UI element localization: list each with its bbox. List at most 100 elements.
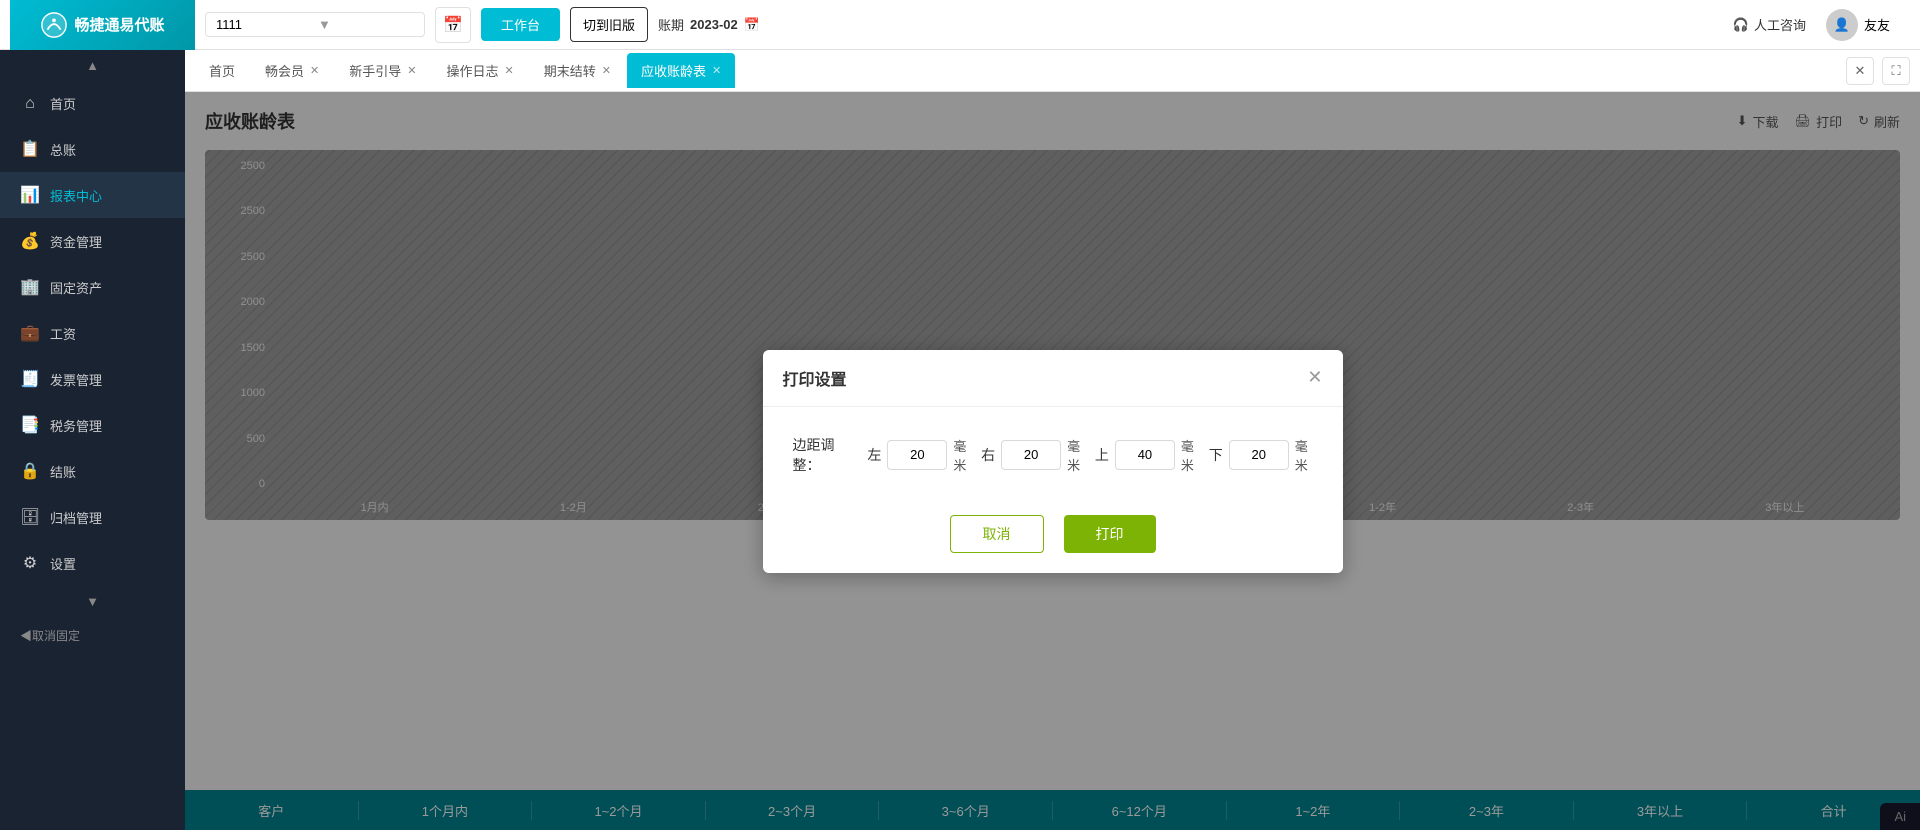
header-right: 🎧 人工咨询 👤 友友 bbox=[1733, 9, 1910, 41]
period-label: 账期 bbox=[658, 15, 684, 34]
archive-icon: 🗄 bbox=[20, 507, 40, 527]
close-all-tabs-btn[interactable]: ✕ bbox=[1846, 57, 1874, 85]
tab-ar-aging[interactable]: 应收账龄表 ✕ bbox=[627, 53, 735, 88]
tab-guide[interactable]: 新手引导 ✕ bbox=[335, 53, 430, 88]
sidebar-item-home[interactable]: ⌂ 首页 bbox=[0, 81, 185, 126]
sidebar-reports-label: 报表中心 bbox=[50, 186, 102, 205]
sidebar-scroll-down[interactable]: ▼ bbox=[0, 586, 185, 617]
confirm-print-button[interactable]: 打印 bbox=[1064, 515, 1156, 553]
margin-right-input[interactable] bbox=[1001, 440, 1061, 470]
dialog-title: 打印设置 bbox=[783, 366, 847, 390]
user-avatar: 👤 bbox=[1826, 9, 1858, 41]
bottom-unit: 毫米 bbox=[1295, 436, 1313, 474]
workbench-button[interactable]: 工作台 bbox=[481, 8, 560, 41]
margin-left-input[interactable] bbox=[887, 440, 947, 470]
user-area[interactable]: 👤 友友 bbox=[1826, 9, 1890, 41]
sidebar-scroll-up[interactable]: ▲ bbox=[0, 50, 185, 81]
page-content: 应收账龄表 ⬇ 下载 🖨 打印 ↻ 刷新 bbox=[185, 92, 1920, 830]
assets-icon: 🏢 bbox=[20, 277, 40, 297]
sidebar-item-invoice[interactable]: 🧾 发票管理 bbox=[0, 356, 185, 402]
left-label: 左 bbox=[867, 445, 881, 465]
print-settings-dialog: 打印设置 ✕ 边距调整： 左 毫米 右 bbox=[763, 350, 1343, 573]
main-layout: ▲ ⌂ 首页 📋 总账 📊 报表中心 💰 资金管理 🏢 固定资产 💼 工资 🧾 … bbox=[0, 50, 1920, 830]
sidebar: ▲ ⌂ 首页 📋 总账 📊 报表中心 💰 资金管理 🏢 固定资产 💼 工资 🧾 … bbox=[0, 50, 185, 830]
period-calendar-icon[interactable]: 📅 bbox=[744, 17, 760, 33]
company-selector[interactable]: 1111 ▼ bbox=[205, 12, 425, 37]
tab-period-end-label: 期末结转 bbox=[544, 61, 596, 80]
sidebar-payroll-label: 工资 bbox=[50, 324, 76, 343]
margin-top-input[interactable] bbox=[1115, 440, 1175, 470]
tab-ar-aging-close[interactable]: ✕ bbox=[712, 64, 721, 77]
left-unit: 毫米 bbox=[953, 436, 971, 474]
dialog-body: 边距调整： 左 毫米 右 毫米 bbox=[763, 407, 1343, 499]
top-unit: 毫米 bbox=[1181, 436, 1199, 474]
cancel-button[interactable]: 取消 bbox=[950, 515, 1044, 553]
sidebar-home-label: 首页 bbox=[50, 94, 76, 113]
tab-member-label: 畅会员 bbox=[265, 61, 304, 80]
margin-top-group: 上 毫米 bbox=[1095, 436, 1199, 474]
maximize-tabs-btn[interactable]: ⛶ bbox=[1882, 57, 1910, 85]
headset-icon: 🎧 bbox=[1733, 17, 1749, 33]
sidebar-item-assets[interactable]: 🏢 固定资产 bbox=[0, 264, 185, 310]
sidebar-item-tax[interactable]: 📑 税务管理 bbox=[0, 402, 185, 448]
sidebar-item-archive[interactable]: 🗄 归档管理 bbox=[0, 494, 185, 540]
sidebar-item-finance[interactable]: 💰 资金管理 bbox=[0, 218, 185, 264]
reports-icon: 📊 bbox=[20, 185, 40, 205]
dialog-footer: 取消 打印 bbox=[763, 499, 1343, 573]
support-label: 人工咨询 bbox=[1754, 15, 1806, 34]
margin-bottom-input[interactable] bbox=[1229, 440, 1289, 470]
sidebar-assets-label: 固定资产 bbox=[50, 278, 102, 297]
company-name: 1111 bbox=[216, 17, 312, 32]
margin-right-group: 右 毫米 bbox=[981, 436, 1085, 474]
margin-left-group: 左 毫米 bbox=[867, 436, 971, 474]
logo-text: 畅捷通易代账 bbox=[74, 14, 164, 35]
modal-overlay: 打印设置 ✕ 边距调整： 左 毫米 右 bbox=[185, 92, 1920, 830]
tab-log[interactable]: 操作日志 ✕ bbox=[432, 53, 527, 88]
calendar-btn[interactable]: 📅 bbox=[435, 7, 471, 43]
top-label: 上 bbox=[1095, 445, 1109, 465]
sidebar-item-settings[interactable]: ⚙ 设置 bbox=[0, 540, 185, 586]
bottom-label: 下 bbox=[1209, 445, 1223, 465]
finance-icon: 💰 bbox=[20, 231, 40, 251]
margin-settings-row: 边距调整： 左 毫米 右 毫米 bbox=[793, 435, 1313, 475]
tab-period-end-close[interactable]: ✕ bbox=[602, 64, 611, 77]
sidebar-item-closing[interactable]: 🔒 结账 bbox=[0, 448, 185, 494]
tab-guide-close[interactable]: ✕ bbox=[407, 64, 416, 77]
content-area: 首页 畅会员 ✕ 新手引导 ✕ 操作日志 ✕ 期末结转 ✕ 应收账龄表 ✕ bbox=[185, 50, 1920, 830]
tab-log-close[interactable]: ✕ bbox=[505, 64, 514, 77]
period-area: 账期 2023-02 📅 bbox=[658, 15, 760, 34]
settings-icon: ⚙ bbox=[20, 553, 40, 573]
user-name: 友友 bbox=[1864, 15, 1890, 34]
sidebar-item-reports[interactable]: 📊 报表中心 bbox=[0, 172, 185, 218]
right-label: 右 bbox=[981, 445, 995, 465]
dialog-close-button[interactable]: ✕ bbox=[1307, 367, 1322, 388]
sidebar-archive-label: 归档管理 bbox=[50, 508, 102, 527]
sidebar-item-ledger[interactable]: 📋 总账 bbox=[0, 126, 185, 172]
cancel-fixed-btn[interactable]: ◀取消固定 bbox=[0, 617, 185, 654]
period-value: 2023-02 bbox=[690, 17, 738, 32]
calendar-icon: 📅 bbox=[443, 15, 463, 35]
support-button[interactable]: 🎧 人工咨询 bbox=[1733, 15, 1806, 34]
switch-version-button[interactable]: 切到旧版 bbox=[570, 7, 648, 42]
tab-ar-aging-label: 应收账龄表 bbox=[641, 61, 706, 80]
margin-bottom-group: 下 毫米 bbox=[1209, 436, 1313, 474]
right-unit: 毫米 bbox=[1067, 436, 1085, 474]
dialog-header: 打印设置 ✕ bbox=[763, 350, 1343, 407]
invoice-icon: 🧾 bbox=[20, 369, 40, 389]
margin-label: 边距调整： bbox=[793, 435, 858, 475]
tab-member[interactable]: 畅会员 ✕ bbox=[251, 53, 333, 88]
home-icon: ⌂ bbox=[20, 95, 40, 113]
dropdown-icon: ▼ bbox=[318, 17, 414, 32]
sidebar-tax-label: 税务管理 bbox=[50, 416, 102, 435]
sidebar-invoice-label: 发票管理 bbox=[50, 370, 102, 389]
tab-member-close[interactable]: ✕ bbox=[310, 64, 319, 77]
tabs-right-buttons: ✕ ⛶ bbox=[1846, 57, 1910, 85]
sidebar-ledger-label: 总账 bbox=[50, 140, 76, 159]
tab-guide-label: 新手引导 bbox=[349, 61, 401, 80]
ledger-icon: 📋 bbox=[20, 139, 40, 159]
tab-home[interactable]: 首页 bbox=[195, 53, 249, 88]
tab-period-end[interactable]: 期末结转 ✕ bbox=[530, 53, 625, 88]
sidebar-item-payroll[interactable]: 💼 工资 bbox=[0, 310, 185, 356]
logo: 畅捷通易代账 bbox=[10, 0, 195, 50]
tab-home-label: 首页 bbox=[209, 61, 235, 80]
